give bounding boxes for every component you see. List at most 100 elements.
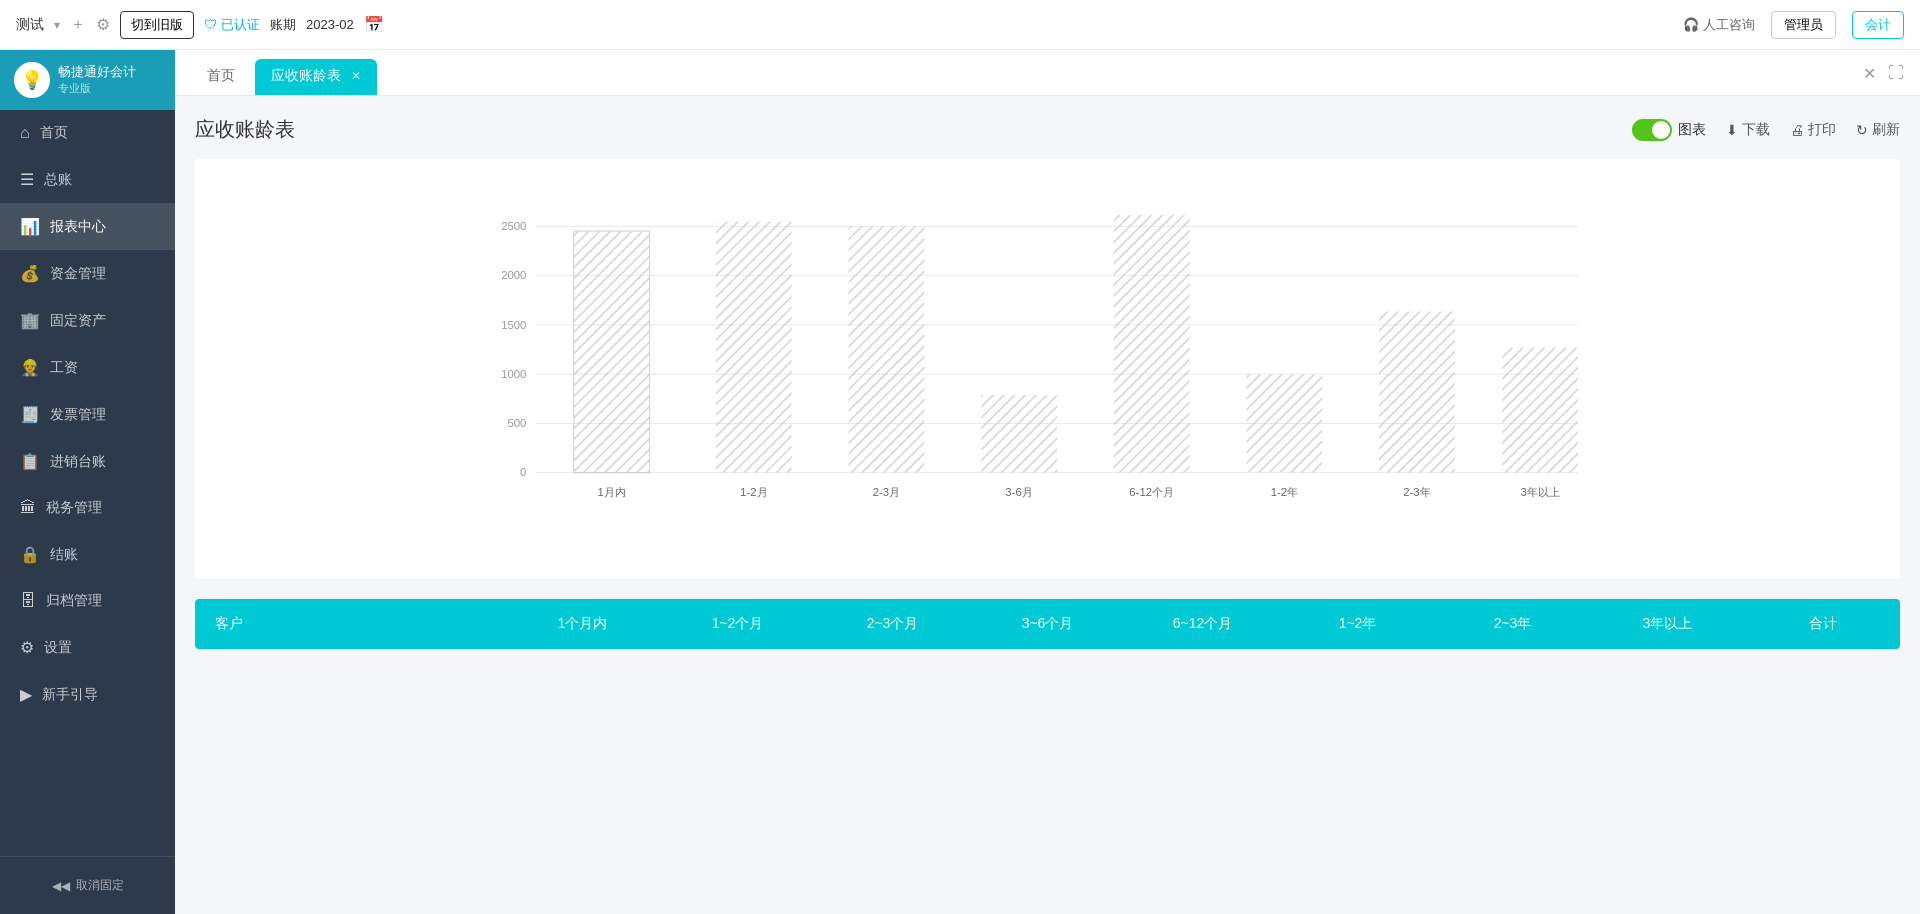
sidebar-bottom: ◀◀ 取消固定 [0, 856, 175, 914]
page-title: 应收账龄表 [195, 116, 295, 143]
period-label: 账期 [270, 16, 296, 34]
svg-rect-16 [981, 395, 1057, 473]
sidebar-label-assets: 固定资产 [50, 312, 106, 330]
settings-icon: ⚙ [20, 638, 34, 657]
svg-text:1-2月: 1-2月 [740, 486, 767, 498]
sidebar-item-home[interactable]: ⌂ 首页 [0, 110, 175, 156]
admin-button[interactable]: 管理员 [1771, 11, 1836, 39]
svg-text:3-6月: 3-6月 [1005, 486, 1032, 498]
bar-chart: 0 500 1000 1500 2000 2500 [215, 179, 1880, 539]
sidebar-label-tax: 税务管理 [46, 499, 102, 517]
logo-text: 畅捷通好会计 [58, 64, 136, 81]
service-label: 人工咨询 [1703, 16, 1755, 34]
svg-text:0: 0 [520, 466, 526, 478]
toggle-label: 图表 [1678, 121, 1706, 139]
sidebar-label-invoice: 发票管理 [50, 406, 106, 424]
toggle-track[interactable] [1632, 119, 1672, 141]
dropdown-icon[interactable]: ▾ [54, 18, 60, 32]
svg-text:3年以上: 3年以上 [1520, 486, 1559, 498]
guide-icon: ▶ [20, 685, 32, 704]
print-label: 打印 [1808, 121, 1836, 139]
tab-expand-button[interactable]: ⛶ [1888, 63, 1904, 82]
svg-text:2-3年: 2-3年 [1403, 486, 1430, 498]
svg-text:2500: 2500 [501, 220, 526, 232]
download-button[interactable]: ⬇ 下载 [1726, 121, 1770, 139]
th-3-6m: 3~6个月 [970, 599, 1125, 649]
sidebar-item-archive[interactable]: 🗄 归档管理 [0, 578, 175, 624]
sidebar-item-invoice[interactable]: 🧾 发票管理 [0, 391, 175, 438]
tab-label-ar-aging: 应收账龄表 [271, 67, 341, 83]
invoice-icon: 🧾 [20, 405, 40, 424]
sidebar-label-report: 报表中心 [50, 218, 106, 236]
svg-text:1000: 1000 [501, 368, 526, 380]
th-1-2m: 1~2个月 [660, 599, 815, 649]
top-bar-right: 🎧 人工咨询 管理员 会计 [1683, 11, 1904, 39]
download-label: 下载 [1742, 121, 1770, 139]
th-1-2y: 1~2年 [1280, 599, 1435, 649]
sidebar-item-salary[interactable]: 👷 工资 [0, 344, 175, 391]
top-bar: 测试 ▾ ＋ ⚙ 切到旧版 🛡 已认证 账期 2023-02 📅 🎧 人工咨询 … [0, 0, 1920, 50]
refresh-button[interactable]: ↻ 刷新 [1856, 121, 1900, 139]
refresh-label: 刷新 [1872, 121, 1900, 139]
close-period-icon: 🔒 [20, 545, 40, 564]
chart-toggle[interactable]: 图表 [1632, 119, 1706, 141]
sidebar-item-assets[interactable]: 🏢 固定资产 [0, 297, 175, 344]
accountant-button[interactable]: 会计 [1852, 11, 1904, 39]
page-actions: 图表 ⬇ 下载 🖨 打印 ↻ 刷新 [1632, 119, 1900, 141]
sidebar-item-ledger[interactable]: ☰ 总账 [0, 156, 175, 203]
svg-text:500: 500 [507, 417, 526, 429]
svg-text:1月内: 1月内 [598, 486, 626, 498]
logo-edition: 专业版 [58, 81, 136, 96]
period-value: 2023-02 [306, 17, 354, 32]
bar-1m [574, 231, 650, 473]
th-2-3m: 2~3个月 [815, 599, 970, 649]
sidebar-item-guide[interactable]: ▶ 新手引导 [0, 671, 175, 718]
report-icon: 📊 [20, 217, 40, 236]
sidebar-label-settings: 设置 [44, 639, 72, 657]
cancel-fixed-button[interactable]: ◀◀ 取消固定 [0, 867, 175, 904]
tab-ar-aging[interactable]: 应收账龄表 ✕ [255, 59, 377, 95]
svg-rect-18 [1246, 374, 1322, 473]
content-area: 首页 应收账龄表 ✕ ✕ ⛶ 应收账龄表 图表 [175, 50, 1920, 914]
tab-bar: 首页 应收账龄表 ✕ ✕ ⛶ [175, 50, 1920, 96]
certified-label: 已认证 [221, 16, 260, 34]
sidebar: 💡 畅捷通好会计 专业版 ⌂ 首页 ☰ 总账 📊 报表中心 💰 资金管理 [0, 50, 175, 914]
trade-icon: 📋 [20, 452, 40, 471]
chart-container: 0 500 1000 1500 2000 2500 [195, 159, 1900, 579]
switch-version-button[interactable]: 切到旧版 [120, 11, 194, 39]
svg-rect-14 [716, 222, 792, 473]
sidebar-item-tax[interactable]: 🏛 税务管理 [0, 485, 175, 531]
service-button[interactable]: 🎧 人工咨询 [1683, 16, 1755, 34]
th-2-3y: 2~3年 [1435, 599, 1590, 649]
sidebar-label-home: 首页 [40, 124, 68, 142]
tab-home[interactable]: 首页 [191, 59, 251, 95]
svg-rect-19 [1379, 312, 1455, 473]
refresh-icon: ↻ [1856, 122, 1868, 138]
tab-close-ar-aging[interactable]: ✕ [351, 69, 361, 83]
sidebar-item-settings[interactable]: ⚙ 设置 [0, 624, 175, 671]
archive-icon: 🗄 [20, 592, 36, 610]
print-button[interactable]: 🖨 打印 [1790, 121, 1836, 139]
sidebar-item-trade[interactable]: 📋 进销台账 [0, 438, 175, 485]
svg-rect-17 [1114, 215, 1190, 473]
th-6-12m: 6~12个月 [1125, 599, 1280, 649]
sidebar-item-close[interactable]: 🔒 结账 [0, 531, 175, 578]
sidebar-nav: ⌂ 首页 ☰ 总账 📊 报表中心 💰 资金管理 🏢 固定资产 👷 工资 [0, 110, 175, 856]
certified-badge: 🛡 已认证 [204, 16, 260, 34]
tab-close-button[interactable]: ✕ [1863, 63, 1876, 82]
th-1m: 1个月内 [505, 599, 660, 649]
page-header: 应收账龄表 图表 ⬇ 下载 🖨 打印 [195, 116, 1900, 143]
sidebar-item-funds[interactable]: 💰 资金管理 [0, 250, 175, 297]
calendar-icon[interactable]: 📅 [364, 15, 384, 34]
svg-rect-20 [1502, 348, 1578, 473]
svg-text:2-3月: 2-3月 [873, 486, 900, 498]
page-content: 应收账龄表 图表 ⬇ 下载 🖨 打印 [175, 96, 1920, 914]
sidebar-label-trade: 进销台账 [50, 453, 106, 471]
table-container: 客户 1个月内 1~2个月 2~3个月 3~6个月 6~12个月 1~2年 2~… [195, 599, 1900, 649]
tab-controls: ✕ ⛶ [1863, 63, 1904, 82]
sidebar-label-funds: 资金管理 [50, 265, 106, 283]
settings-button[interactable]: ⚙ [96, 15, 110, 34]
toggle-thumb [1652, 121, 1670, 139]
add-button[interactable]: ＋ [70, 14, 86, 35]
sidebar-item-report[interactable]: 📊 报表中心 [0, 203, 175, 250]
